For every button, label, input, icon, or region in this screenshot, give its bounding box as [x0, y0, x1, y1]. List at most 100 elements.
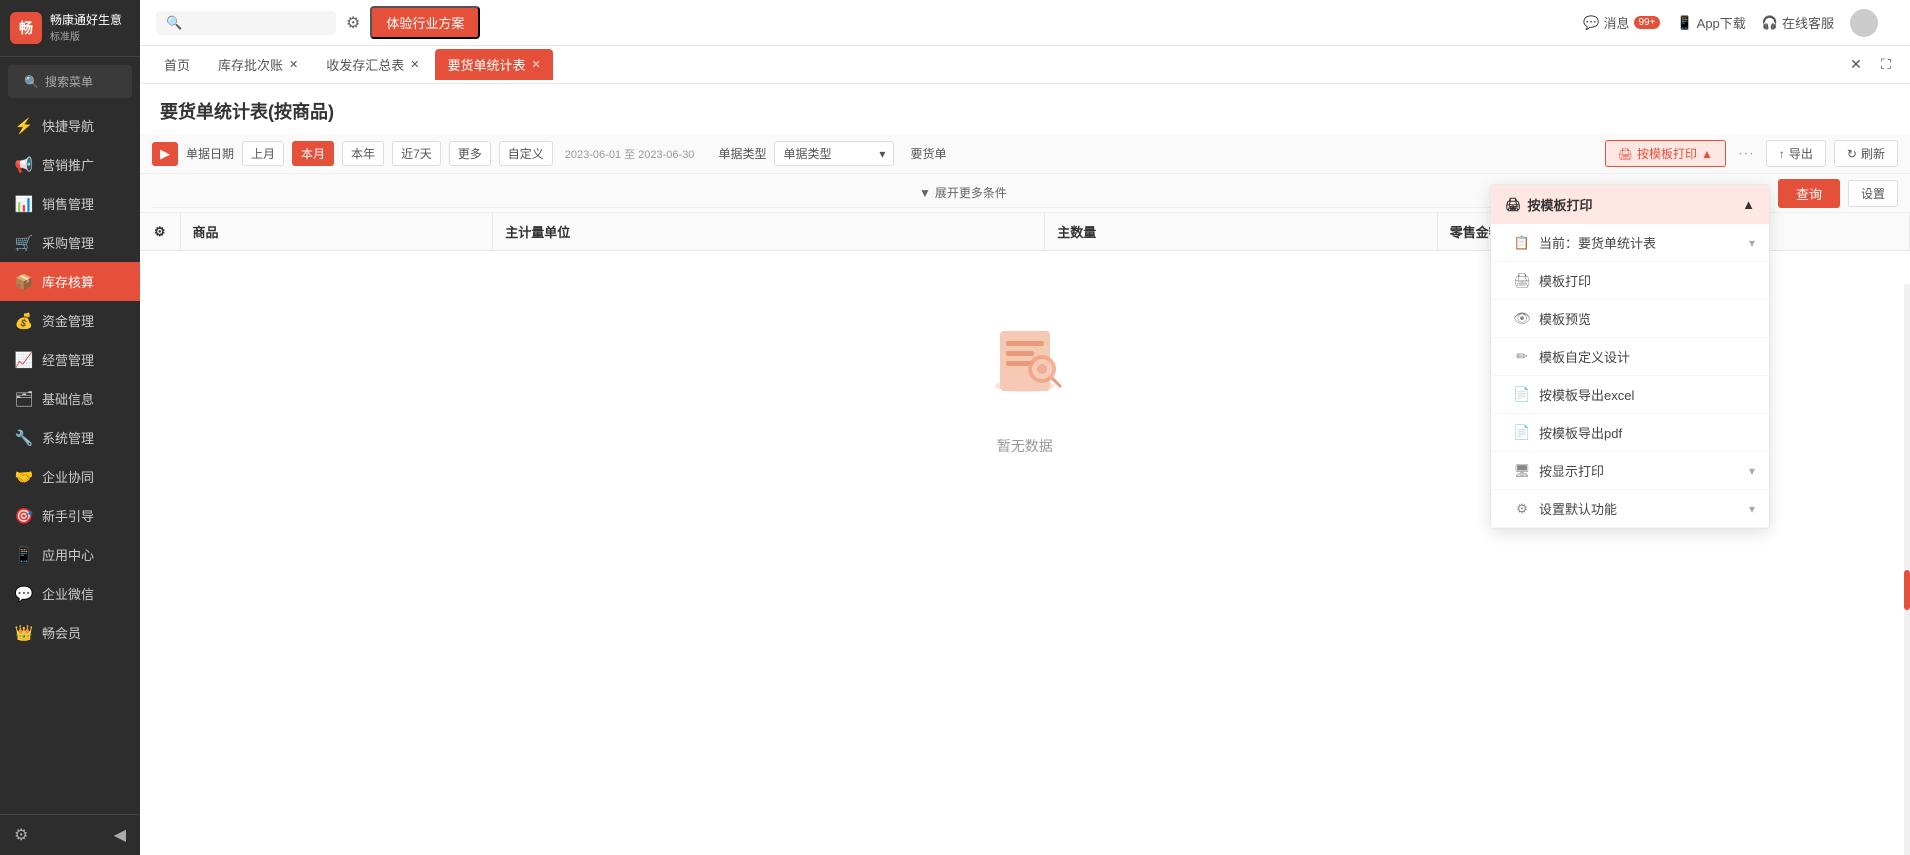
footer-settings-icon[interactable]: ⚙ [14, 825, 28, 845]
quick-nav-icon: ⚡ [14, 117, 34, 135]
tabs-expand-btn[interactable]: ⛶ [1874, 53, 1898, 77]
export-btn[interactable]: ↑ 导出 [1766, 140, 1826, 167]
dropdown-current-item[interactable]: 📋 当前：要货单统计表 ▾ [1491, 224, 1769, 262]
wechat-label: 企业微信 [42, 584, 94, 603]
toolbar-row1: ▶ 单据日期 上月 本月 本年 近7天 更多 自定义 2023-06-01 至 … [140, 134, 1910, 174]
type-select[interactable]: 单据类型 ▾ [774, 141, 894, 166]
tab-order-stats-close[interactable]: ✕ [532, 58, 541, 71]
dropdown-header[interactable]: 🖨 按模板打印 ▲ [1491, 185, 1769, 224]
dropdown-template-custom[interactable]: ✏ 模板自定义设计 [1491, 338, 1769, 376]
tab-collect-summary-close[interactable]: ✕ [410, 58, 419, 71]
date-btn-this-month[interactable]: 本月 [292, 141, 334, 166]
dropdown-template-print[interactable]: 🖨 模板打印 [1491, 262, 1769, 300]
dropdown-menu: 🖨 按模板打印 ▲ 📋 当前：要货单统计表 ▾ 🖨 模板打印 👁 [1490, 184, 1770, 529]
trial-button[interactable]: 体验行业方案 [370, 6, 480, 39]
footer-collapse-icon[interactable]: ◀ [114, 825, 126, 845]
date-range-display: 2023-06-01 至 2023-06-30 [565, 146, 695, 162]
expand-more-icon: ▼ [919, 186, 931, 200]
dropdown-display-print[interactable]: 🖥 按显示打印 ▾ [1491, 452, 1769, 490]
default-fn-label: 设置默认功能 [1539, 499, 1617, 518]
tab-home[interactable]: 首页 [152, 49, 202, 80]
sidebar-item-system[interactable]: 🔧 系统管理 [0, 418, 140, 457]
enterprise-icon: 🤝 [14, 468, 34, 486]
scrollbar[interactable] [1904, 284, 1910, 855]
sidebar-item-basics[interactable]: 🗂 基础信息 [0, 379, 140, 418]
print-arrow-up: ▲ [1701, 147, 1713, 161]
service-icon: 🎧 [1762, 15, 1778, 31]
message-badge: 99+ [1634, 16, 1661, 29]
operations-icon: 📈 [14, 351, 34, 369]
tab-inventory-batch-close[interactable]: ✕ [289, 58, 298, 71]
sidebar-item-finance[interactable]: 💰 资金管理 [0, 301, 140, 340]
tab-order-stats[interactable]: 要货单统计表 ✕ [435, 49, 552, 80]
sidebar-item-sales[interactable]: 📊 销售管理 [0, 184, 140, 223]
sidebar-item-member[interactable]: 👑 畅会员 [0, 613, 140, 652]
dropdown-template-pdf[interactable]: 📄 按模板导出pdf [1491, 414, 1769, 452]
default-fn-arrow: ▾ [1749, 502, 1755, 516]
col-quantity: 主数量 [1045, 213, 1438, 251]
sidebar-item-inventory[interactable]: 📦 库存核算 [0, 262, 140, 301]
page-content: 要货单统计表(按商品) ▶ 单据日期 上月 本月 本年 近7天 更多 自定义 2… [140, 84, 1910, 855]
inventory-label: 库存核算 [42, 272, 94, 291]
type-select-arrow: ▾ [879, 147, 885, 161]
refresh-icon: ↻ [1847, 147, 1857, 161]
print-template-btn[interactable]: 🖨 按模板打印 ▲ [1605, 140, 1726, 167]
topbar-gear-icon[interactable]: ⚙ [346, 13, 360, 33]
refresh-btn[interactable]: ↻ 刷新 [1834, 140, 1898, 167]
sidebar-item-operations[interactable]: 📈 经营管理 [0, 340, 140, 379]
scrollbar-thumb[interactable] [1904, 570, 1910, 610]
toolbar-expand-btn[interactable]: ▶ [152, 142, 178, 166]
app-download-action[interactable]: 📱 App下载 [1676, 13, 1745, 32]
appstore-icon: 📱 [14, 546, 34, 564]
query-btn[interactable]: 查询 [1778, 179, 1840, 208]
dropdown-current-icon: 📋 [1513, 235, 1531, 251]
topbar-search-box[interactable]: 🔍 [156, 11, 336, 35]
page-title: 要货单统计表(按商品) [140, 84, 1910, 134]
template-print-icon: 🖨 [1513, 272, 1531, 289]
date-btn-last-month[interactable]: 上月 [242, 141, 284, 166]
sidebar-nav: ⚡ 快捷导航 📢 营销推广 📊 销售管理 🛒 采购管理 📦 库存核算 💰 资金管… [0, 106, 140, 814]
dropdown-template-excel[interactable]: 📄 按模板导出excel [1491, 376, 1769, 414]
col-product: 商品 [180, 213, 493, 251]
online-service-label: 在线客服 [1782, 13, 1834, 32]
col-unit: 主计量单位 [493, 213, 1045, 251]
member-icon: 👑 [14, 624, 34, 642]
sidebar-item-appstore[interactable]: 📱 应用中心 [0, 535, 140, 574]
system-icon: 🔧 [14, 429, 34, 447]
message-icon: 💬 [1583, 15, 1599, 31]
marketing-label: 营销推广 [42, 155, 94, 174]
col-settings[interactable]: ⚙ [140, 213, 180, 251]
online-service-action[interactable]: 🎧 在线客服 [1762, 13, 1834, 32]
sidebar-item-purchase[interactable]: 🛒 采购管理 [0, 223, 140, 262]
user-avatar[interactable] [1850, 9, 1878, 37]
tab-collect-summary[interactable]: 收发存汇总表 ✕ [314, 49, 431, 80]
dropdown-template-preview[interactable]: 👁 模板预览 [1491, 300, 1769, 338]
sidebar-item-enterprise[interactable]: 🤝 企业协同 [0, 457, 140, 496]
tab-order-stats-label: 要货单统计表 [447, 55, 525, 74]
date-btn-more[interactable]: 更多 [449, 141, 491, 166]
template-excel-label: 按模板导出excel [1539, 385, 1634, 404]
dropdown-current-arrow: ▾ [1749, 236, 1755, 250]
tabs-close-btn[interactable]: ✕ [1844, 53, 1868, 77]
sidebar-item-marketing[interactable]: 📢 营销推广 [0, 145, 140, 184]
tab-inventory-batch[interactable]: 库存批次账 ✕ [206, 49, 310, 80]
sidebar-item-wechat[interactable]: 💬 企业微信 [0, 574, 140, 613]
date-btn-this-year[interactable]: 本年 [342, 141, 384, 166]
message-label: 消息 [1603, 13, 1629, 32]
topbar-search-input[interactable] [182, 16, 302, 30]
sidebar-item-newbie[interactable]: 🎯 新手引导 [0, 496, 140, 535]
dropdown-collapse-icon[interactable]: ▲ [1742, 197, 1755, 212]
date-btn-7days[interactable]: 近7天 [392, 141, 441, 166]
dropdown-default-fn[interactable]: ⚙ 设置默认功能 ▾ [1491, 490, 1769, 528]
finance-icon: 💰 [14, 312, 34, 330]
sidebar-search[interactable]: 🔍 搜索菜单 [8, 65, 132, 98]
settings-btn[interactable]: 设置 [1848, 180, 1898, 207]
tabs-right: ✕ ⛶ [1844, 53, 1898, 77]
refresh-label: 刷新 [1861, 145, 1885, 162]
template-custom-icon: ✏ [1513, 348, 1531, 365]
sidebar-item-quick-nav[interactable]: ⚡ 快捷导航 [0, 106, 140, 145]
message-action[interactable]: 💬 消息 99+ [1583, 13, 1660, 32]
date-btn-custom[interactable]: 自定义 [499, 141, 553, 166]
display-print-icon: 🖥 [1513, 463, 1531, 479]
dots-btn[interactable]: ··· [1734, 145, 1758, 163]
